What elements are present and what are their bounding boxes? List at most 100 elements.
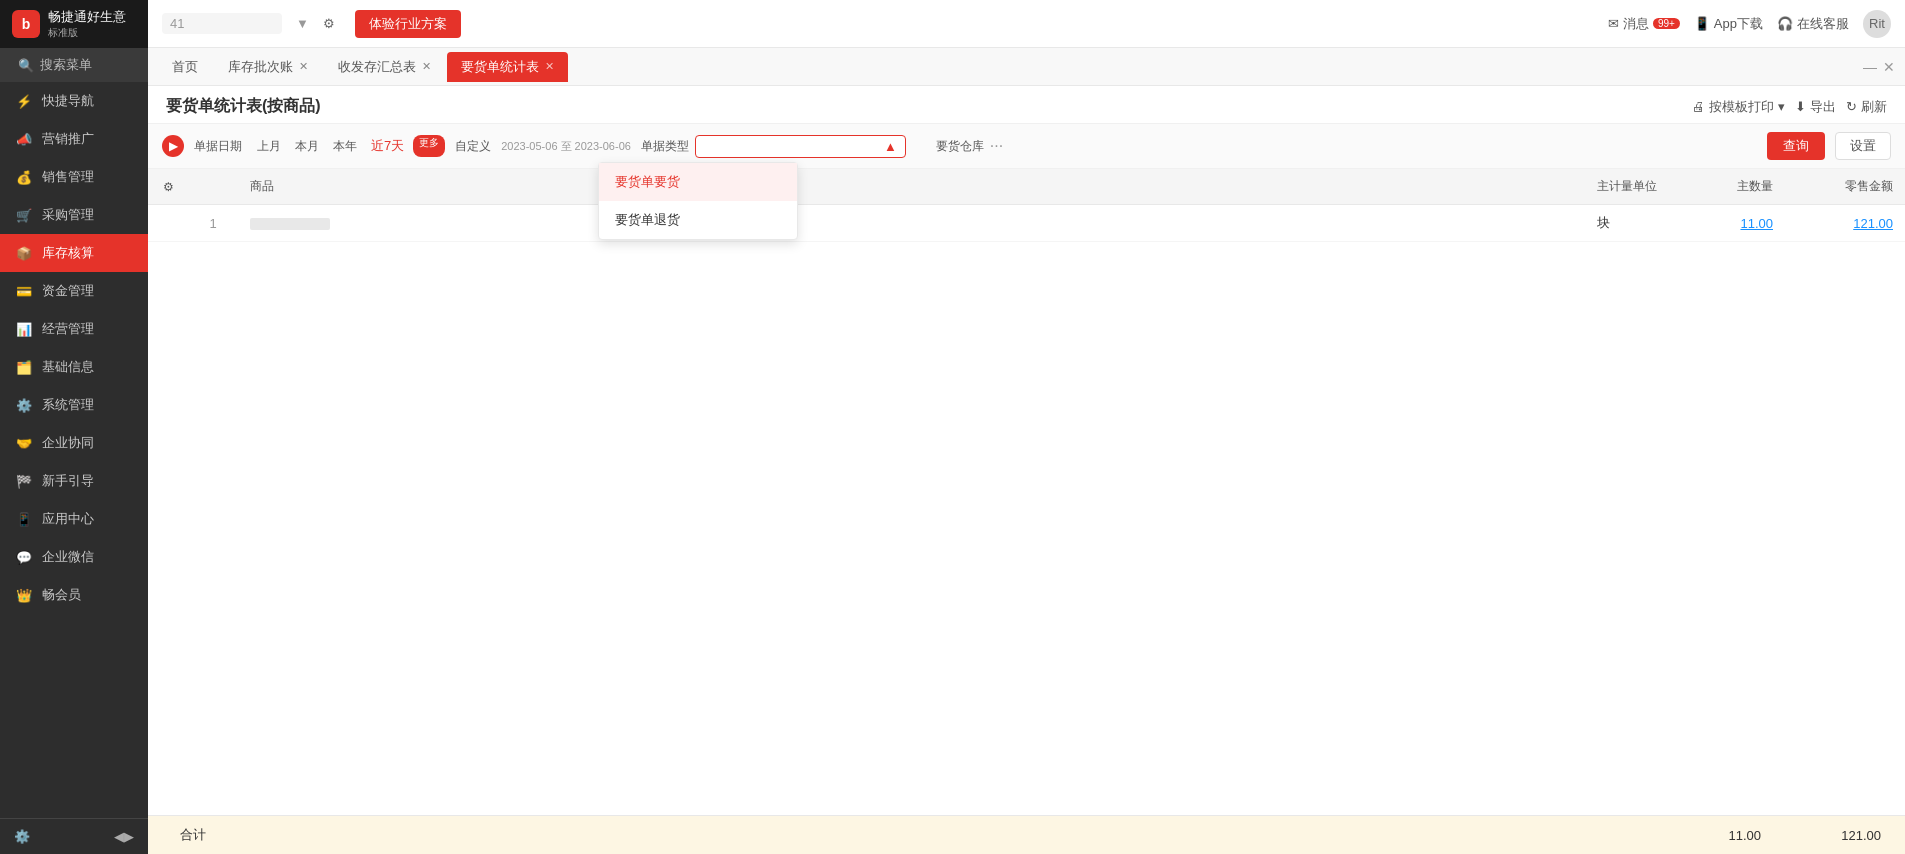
app-download-item[interactable]: 📱 App下载: [1694, 15, 1763, 33]
col-header-num: [188, 169, 238, 205]
col-header-settings[interactable]: ⚙: [148, 169, 188, 205]
row-unit: 块: [1585, 205, 1685, 242]
col-header-qty: 主数量: [1685, 169, 1785, 205]
system-icon: ⚙️: [14, 398, 34, 413]
dropdown-item-order-return[interactable]: 要货单退货: [599, 201, 797, 239]
sidebar-item-app-center[interactable]: 📱 应用中心: [0, 500, 148, 538]
tab-close-recv-summary[interactable]: ✕: [422, 60, 431, 73]
sidebar-item-enterprise[interactable]: 🤝 企业协同: [0, 424, 148, 462]
type-filter-label: 单据类型: [641, 138, 689, 155]
dropdown-item-order-in[interactable]: 要货单要货: [599, 163, 797, 201]
refresh-icon: ↻: [1846, 99, 1857, 114]
footer-total-amount: 121.00: [1773, 828, 1893, 843]
finance-icon: 💳: [14, 284, 34, 299]
refresh-button[interactable]: ↻ 刷新: [1846, 98, 1887, 116]
export-icon: ⬇: [1795, 99, 1806, 114]
topbar-right: ✉ 消息 99+ 📱 App下载 🎧 在线客服 Rit: [1608, 10, 1891, 38]
marketing-icon: 📣: [14, 132, 34, 147]
member-icon: 👑: [14, 588, 34, 603]
settings-button[interactable]: 设置: [1835, 132, 1891, 160]
date-quick-buttons: 上月 本月 本年 近7天 更多: [252, 135, 445, 157]
app-center-icon: 📱: [14, 512, 34, 527]
row-amount[interactable]: 121.00: [1785, 205, 1905, 242]
tab-close-order-stats[interactable]: ✕: [545, 60, 554, 73]
topbar-search-num: 41: [170, 16, 184, 31]
purchase-icon: 🛒: [14, 208, 34, 223]
print-icon: 🖨: [1692, 99, 1705, 114]
operations-icon: 📊: [14, 322, 34, 337]
page-header: 要货单统计表(按商品) 🖨 按模板打印 ▾ ⬇ 导出 ↻ 刷新: [148, 86, 1905, 124]
print-button[interactable]: 🖨 按模板打印 ▾: [1692, 98, 1785, 116]
tabs-window-controls: — ✕: [1863, 59, 1895, 75]
tab-inventory-batch[interactable]: 库存批次账 ✕: [214, 52, 322, 82]
tab-close-inventory-batch[interactable]: ✕: [299, 60, 308, 73]
row-product: [238, 205, 1585, 242]
tabs-bar: 首页 库存批次账 ✕ 收发存汇总表 ✕ 要货单统计表 ✕ — ✕: [148, 48, 1905, 86]
avatar[interactable]: Rit: [1863, 10, 1891, 38]
print-chevron-icon: ▾: [1778, 99, 1785, 114]
sidebar-item-operations[interactable]: 📊 经营管理: [0, 310, 148, 348]
topbar-gear-icon[interactable]: ⚙: [323, 16, 335, 31]
date-btn-this-month[interactable]: 本月: [290, 135, 324, 157]
warehouse-filter-section: 要货仓库 ···: [936, 137, 1003, 155]
sidebar-item-basic-info[interactable]: 🗂️ 基础信息: [0, 348, 148, 386]
topbar-chevron-icon[interactable]: ▼: [296, 16, 309, 31]
sidebar-collapse-icon[interactable]: ◀▶: [114, 829, 134, 844]
type-filter-input[interactable]: ▲: [695, 135, 906, 158]
page-header-actions: 🖨 按模板打印 ▾ ⬇ 导出 ↻ 刷新: [1692, 98, 1887, 116]
sidebar-item-guide[interactable]: 🏁 新手引导: [0, 462, 148, 500]
message-icon: ✉: [1608, 16, 1619, 31]
topbar-left: 41 ▼ ⚙ 体验行业方案: [162, 10, 1608, 38]
date-btn-last-month[interactable]: 上月: [252, 135, 286, 157]
query-button[interactable]: 查询: [1767, 132, 1825, 160]
logo-text: 畅捷通好生意 标准版: [48, 8, 126, 40]
date-more-badge: 更多: [413, 135, 445, 157]
col-header-amount: 零售金额: [1785, 169, 1905, 205]
table-row: 1 块 11.00 121.00: [148, 205, 1905, 242]
topbar: 41 ▼ ⚙ 体验行业方案 ✉ 消息 99+ 📱 App下载 🎧 在线客服 Ri…: [148, 0, 1905, 48]
sales-icon: 💰: [14, 170, 34, 185]
page-title: 要货单统计表(按商品): [166, 96, 321, 117]
row-qty[interactable]: 11.00: [1685, 205, 1785, 242]
filter-bar: ▶ 单据日期 上月 本月 本年 近7天 更多 自定义 2023-05-06 至 …: [148, 124, 1905, 169]
filter-expand-button[interactable]: ▶: [162, 135, 184, 157]
topbar-search[interactable]: 41: [162, 13, 282, 34]
sidebar-item-inventory[interactable]: 📦 库存核算: [0, 234, 148, 272]
headset-icon: 🎧: [1777, 16, 1793, 31]
window-close-button[interactable]: ✕: [1883, 59, 1895, 75]
sidebar-footer: ⚙️ ◀▶: [0, 818, 148, 854]
message-item[interactable]: ✉ 消息 99+: [1608, 15, 1680, 33]
phone-icon: 📱: [1694, 16, 1710, 31]
settings-icon[interactable]: ⚙️: [14, 829, 30, 844]
window-minimize-button[interactable]: —: [1863, 59, 1877, 75]
tab-recv-summary[interactable]: 收发存汇总表 ✕: [324, 52, 445, 82]
sidebar-item-member[interactable]: 👑 畅会员: [0, 576, 148, 614]
date-btn-this-year[interactable]: 本年: [328, 135, 362, 157]
sidebar-item-finance[interactable]: 💳 资金管理: [0, 272, 148, 310]
sidebar-logo: b 畅捷通好生意 标准版: [0, 0, 148, 48]
type-input-value: [704, 139, 824, 154]
date-custom-button[interactable]: 自定义: [455, 138, 491, 155]
export-button[interactable]: ⬇ 导出: [1795, 98, 1836, 116]
sidebar-search-item[interactable]: 🔍 搜索菜单: [0, 48, 148, 82]
type-filter-section: 单据类型 ▲: [641, 135, 906, 158]
sidebar-item-marketing[interactable]: 📣 营销推广: [0, 120, 148, 158]
table-container: ⚙ 商品 主计量单位 主数量 零售金额 1: [148, 169, 1905, 815]
online-service-item[interactable]: 🎧 在线客服: [1777, 15, 1849, 33]
sidebar-item-wechat[interactable]: 💬 企业微信: [0, 538, 148, 576]
warehouse-dots-icon[interactable]: ···: [990, 137, 1003, 155]
sidebar-item-purchase[interactable]: 🛒 采购管理: [0, 196, 148, 234]
sidebar: b 畅捷通好生意 标准版 🔍 搜索菜单 ⚡ 快捷导航 📣 营销推广 💰 销售管理…: [0, 0, 148, 854]
sidebar-item-system[interactable]: ⚙️ 系统管理: [0, 386, 148, 424]
tab-home[interactable]: 首页: [158, 52, 212, 82]
footer-total-qty: 11.00: [1673, 828, 1773, 843]
tab-order-stats[interactable]: 要货单统计表 ✕: [447, 52, 568, 82]
sidebar-item-quick-nav[interactable]: ⚡ 快捷导航: [0, 82, 148, 120]
product-placeholder: [250, 218, 330, 230]
basic-info-icon: 🗂️: [14, 360, 34, 375]
warehouse-filter-label: 要货仓库: [936, 138, 984, 155]
date-btn-7days[interactable]: 近7天: [366, 135, 409, 157]
trial-button[interactable]: 体验行业方案: [355, 10, 461, 38]
data-table: ⚙ 商品 主计量单位 主数量 零售金额 1: [148, 169, 1905, 242]
sidebar-item-sales[interactable]: 💰 销售管理: [0, 158, 148, 196]
